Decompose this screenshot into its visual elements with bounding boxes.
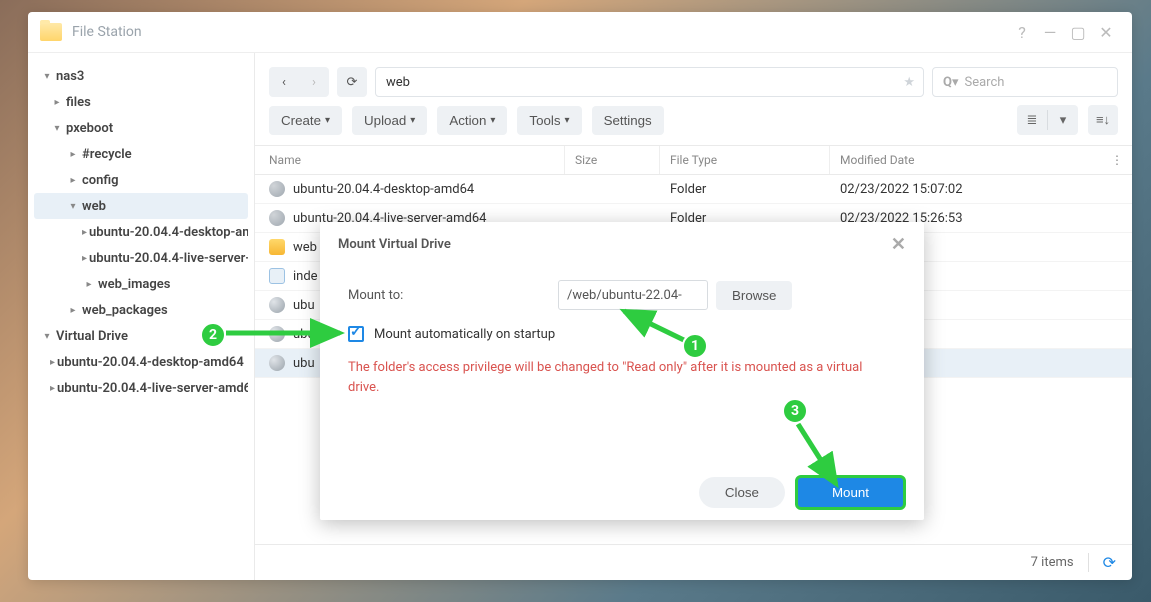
tree-item-web-images[interactable]: ▸web_images bbox=[34, 271, 248, 297]
maximize-icon[interactable]: ▢ bbox=[1064, 18, 1092, 46]
caret-down-icon: ▾ bbox=[490, 115, 495, 126]
toolbar-actions: Create▾ Upload▾ Action▾ Tools▾ Settings … bbox=[255, 105, 1132, 145]
dialog-header: Mount Virtual Drive ✕ bbox=[320, 222, 924, 266]
back-button[interactable]: ‹ bbox=[269, 67, 299, 97]
tree-item-web-packages[interactable]: ▸web_packages bbox=[34, 297, 248, 323]
mount-to-label: Mount to: bbox=[348, 288, 558, 303]
upload-button[interactable]: Upload▾ bbox=[352, 106, 427, 135]
minimize-icon[interactable]: — bbox=[1036, 18, 1064, 46]
chevron-right-icon: ▸ bbox=[66, 149, 80, 160]
col-header-name[interactable]: Name bbox=[255, 146, 565, 174]
tree-item-files[interactable]: ▸files bbox=[34, 89, 248, 115]
app-folder-icon bbox=[40, 23, 62, 41]
dialog-title: Mount Virtual Drive bbox=[338, 237, 451, 252]
search-placeholder: Search bbox=[965, 75, 1005, 90]
table-row[interactable]: ubuntu-20.04.4-desktop-amd64Folder02/23/… bbox=[255, 175, 1132, 204]
search-icon: Q▾ bbox=[943, 75, 959, 90]
chevron-down-icon: ▾ bbox=[40, 71, 54, 82]
sort-button[interactable]: ≡↓ bbox=[1088, 105, 1118, 135]
forward-button[interactable]: › bbox=[299, 67, 329, 97]
tree-item-pxeboot[interactable]: ▾pxeboot bbox=[34, 115, 248, 141]
toolbar-nav: ‹ › ⟳ web ★ Q▾ Search bbox=[255, 53, 1132, 105]
chevron-right-icon: ▸ bbox=[50, 357, 55, 368]
window-title: File Station bbox=[72, 24, 142, 40]
mount-virtual-drive-dialog: Mount Virtual Drive ✕ Mount to: /web/ubu… bbox=[320, 222, 924, 520]
search-input[interactable]: Q▾ Search bbox=[932, 67, 1118, 97]
iso-icon bbox=[269, 326, 285, 342]
chevron-right-icon: ▸ bbox=[50, 97, 64, 108]
col-header-date[interactable]: Modified Date bbox=[830, 146, 1102, 174]
warning-text: The folder's access privilege will be ch… bbox=[348, 358, 896, 397]
tools-button[interactable]: Tools▾ bbox=[517, 106, 581, 135]
tree-root-nas3[interactable]: ▾nas3 bbox=[34, 63, 248, 89]
chevron-down-icon: ▾ bbox=[40, 331, 54, 342]
tree-item-ubuntu-desktop[interactable]: ▸ubuntu-20.04.4-desktop-amd64 bbox=[34, 219, 248, 245]
annotation-badge-3: 3 bbox=[782, 398, 808, 424]
tree-item-ubuntu-live-server[interactable]: ▸ubuntu-20.04.4-live-server-amd64 bbox=[34, 245, 248, 271]
tree-item-vd-ubuntu-desktop[interactable]: ▸ubuntu-20.04.4-desktop-amd64 bbox=[34, 349, 248, 375]
titlebar: File Station ? — ▢ ✕ bbox=[28, 12, 1132, 52]
close-button[interactable]: Close bbox=[699, 477, 785, 508]
tree-item-recycle[interactable]: ▸#recycle bbox=[34, 141, 248, 167]
settings-button[interactable]: Settings bbox=[592, 106, 664, 135]
chevron-down-icon: ▾ bbox=[66, 201, 80, 212]
action-button[interactable]: Action▾ bbox=[437, 106, 507, 135]
reload-button[interactable]: ⟳ bbox=[337, 67, 367, 97]
folder-icon bbox=[269, 210, 285, 226]
sidebar: ▾nas3 ▸files ▾pxeboot ▸#recycle ▸config … bbox=[28, 53, 255, 580]
col-header-size[interactable]: Size bbox=[565, 146, 660, 174]
path-value: web bbox=[386, 75, 410, 90]
caret-down-icon: ▾ bbox=[410, 115, 415, 126]
browse-button[interactable]: Browse bbox=[716, 281, 792, 310]
path-input[interactable]: web ★ bbox=[375, 67, 924, 97]
mount-to-input[interactable]: /web/ubuntu-22.04- bbox=[558, 280, 708, 310]
tree-item-web[interactable]: ▾web bbox=[34, 193, 248, 219]
annotation-badge-2: 2 bbox=[200, 322, 226, 348]
table-header: Name Size File Type Modified Date ⋮ bbox=[255, 145, 1132, 175]
item-count: 7 items bbox=[1031, 555, 1074, 570]
file-icon bbox=[269, 268, 285, 284]
tree-item-vd-ubuntu-live-server[interactable]: ▸ubuntu-20.04.4-live-server-amd64 bbox=[34, 375, 248, 401]
auto-mount-checkbox[interactable] bbox=[348, 326, 364, 342]
footer: 7 items ⟳ bbox=[255, 544, 1132, 580]
caret-down-icon: ▾ bbox=[565, 115, 570, 126]
list-view-icon[interactable]: ≣ bbox=[1017, 105, 1047, 135]
iso-icon bbox=[269, 297, 285, 313]
chevron-right-icon: ▸ bbox=[82, 279, 96, 290]
reload-icon[interactable]: ⟳ bbox=[1088, 553, 1116, 572]
chevron-right-icon: ▸ bbox=[82, 253, 87, 264]
folder-icon bbox=[269, 181, 285, 197]
tree-item-config[interactable]: ▸config bbox=[34, 167, 248, 193]
folder-icon bbox=[269, 239, 285, 255]
annotation-badge-1: 1 bbox=[682, 333, 708, 359]
chevron-right-icon: ▸ bbox=[66, 175, 80, 186]
auto-mount-label: Mount automatically on startup bbox=[374, 327, 555, 342]
col-menu-icon[interactable]: ⋮ bbox=[1102, 153, 1132, 167]
dialog-close-icon[interactable]: ✕ bbox=[891, 234, 906, 255]
chevron-right-icon: ▸ bbox=[50, 383, 55, 394]
view-dropdown-icon[interactable]: ▾ bbox=[1048, 105, 1078, 135]
star-icon[interactable]: ★ bbox=[903, 75, 915, 90]
create-button[interactable]: Create▾ bbox=[269, 106, 342, 135]
dialog-footer: Close Mount bbox=[320, 464, 924, 520]
help-icon[interactable]: ? bbox=[1008, 18, 1036, 46]
chevron-right-icon: ▸ bbox=[82, 227, 87, 238]
chevron-down-icon: ▾ bbox=[50, 123, 64, 134]
chevron-right-icon: ▸ bbox=[66, 305, 80, 316]
iso-icon bbox=[269, 355, 285, 371]
col-header-type[interactable]: File Type bbox=[660, 146, 830, 174]
mount-button[interactable]: Mount bbox=[795, 475, 906, 510]
close-icon[interactable]: ✕ bbox=[1092, 18, 1120, 46]
dialog-body: Mount to: /web/ubuntu-22.04- Browse Moun… bbox=[320, 266, 924, 464]
caret-down-icon: ▾ bbox=[325, 115, 330, 126]
